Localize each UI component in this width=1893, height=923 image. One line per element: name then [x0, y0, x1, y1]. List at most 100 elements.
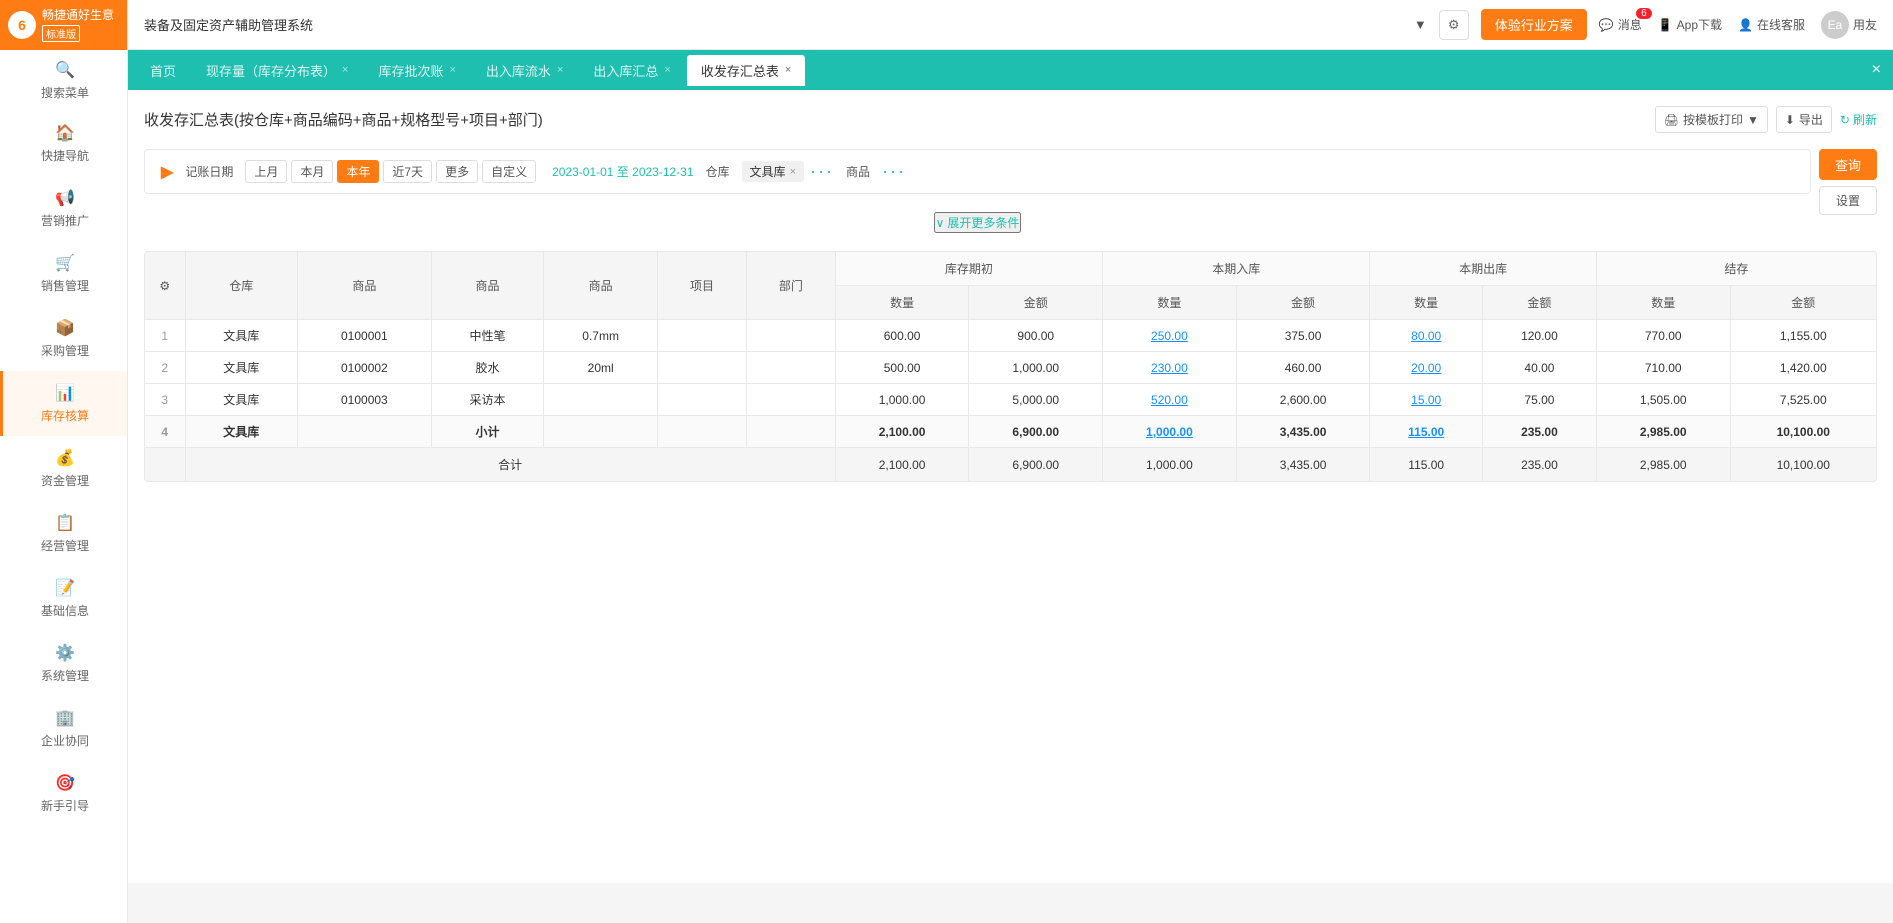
tab-in-out-summary[interactable]: 出入库汇总 ×	[579, 55, 684, 86]
tab-in-out-summary-close[interactable]: ×	[664, 64, 670, 76]
tabbar: 首页 现存量（库存分布表） × 库存批次账 × 出入库流水 × 出入库汇总 × …	[128, 50, 1893, 90]
table-cell[interactable]: 1,000.00	[1103, 416, 1237, 448]
query-btn[interactable]: 查询	[1819, 149, 1877, 180]
user-area[interactable]: Ea 用友	[1821, 11, 1877, 39]
page-actions: 🖨 按模板打印 ▼ ⬇ 导出 ↻ 刷新	[1655, 106, 1877, 133]
sidebar-item-marketing[interactable]: 📢 营销推广	[0, 176, 127, 241]
tab-batch-account-close[interactable]: ×	[449, 64, 455, 76]
table-cell: 2,100.00	[835, 416, 969, 448]
sidebar-item-enterprise[interactable]: 🏢 企业协同	[0, 696, 127, 761]
footer-in-qty: 1,000.00	[1103, 448, 1237, 482]
message-label: 消息	[1618, 16, 1642, 33]
table-cell: 2,600.00	[1236, 384, 1370, 416]
tab-recv-send-summary[interactable]: 收发存汇总表 ×	[687, 55, 805, 86]
date-btn-this-month[interactable]: 本月	[291, 160, 333, 183]
tab-recv-send-summary-close[interactable]: ×	[785, 64, 791, 76]
sales-icon: 🛒	[55, 253, 75, 273]
finance-icon: 💰	[55, 448, 75, 468]
tab-in-out-flow-close[interactable]: ×	[557, 64, 563, 76]
th-project: 项目	[658, 252, 747, 320]
date-btn-more[interactable]: 更多	[436, 160, 478, 183]
online-service-btn[interactable]: 👤 在线客服	[1738, 16, 1805, 33]
tab-inventory-dist[interactable]: 现存量（库存分布表） ×	[192, 55, 362, 86]
sidebar-item-system[interactable]: ⚙️ 系统管理	[0, 631, 127, 696]
set-btn[interactable]: 设置	[1819, 186, 1877, 215]
table-cell: 文具库	[185, 320, 298, 352]
table-cell[interactable]: 20.00	[1370, 352, 1483, 384]
app-name: 畅捷通好生意	[42, 8, 114, 24]
filter-main-area: ▶ 记账日期 上月 本月 本年 近7天 更多 自定义 2023-01-01 至 …	[144, 149, 1811, 239]
tab-home[interactable]: 首页	[136, 55, 190, 86]
th-goods-code: 商品	[298, 252, 432, 320]
sidebar-item-quick-nav[interactable]: 🏠 快捷导航	[0, 111, 127, 176]
settings-btn[interactable]: ⚙	[1439, 10, 1469, 40]
sidebar-item-purchase-label: 采购管理	[41, 342, 89, 359]
home-icon: 🏠	[55, 123, 75, 143]
tab-in-out-flow-label: 出入库流水	[486, 61, 551, 80]
print-icon: 🖨	[1664, 113, 1679, 127]
sidebar-item-guide[interactable]: 🎯 新手引导	[0, 761, 127, 826]
date-btn-last-month[interactable]: 上月	[245, 160, 287, 183]
logo-icon: 6	[8, 11, 36, 39]
filter-toggle-btn[interactable]: ▶	[161, 162, 173, 182]
sidebar: 6 畅捷通好生意 标准版 🔍 搜索菜单 🏠 快捷导航 📢 营销推广 🛒 销售管理…	[0, 0, 128, 923]
table-cell: 文具库	[185, 384, 298, 416]
goods-more-btn[interactable]: ···	[882, 161, 906, 182]
column-settings-icon[interactable]: ⚙	[159, 279, 170, 293]
sidebar-item-finance[interactable]: 💰 资金管理	[0, 436, 127, 501]
footer-empty-1	[145, 448, 185, 482]
export-btn[interactable]: ⬇ 导出	[1776, 106, 1832, 133]
message-btn[interactable]: 💬 消息 6	[1599, 16, 1642, 33]
warehouse-tag-close[interactable]: ×	[790, 166, 796, 178]
tab-inventory-dist-close[interactable]: ×	[342, 64, 348, 76]
table-cell[interactable]: 80.00	[1370, 320, 1483, 352]
print-btn[interactable]: 🖨 按模板打印 ▼	[1655, 106, 1768, 133]
sidebar-item-operations[interactable]: 📋 经营管理	[0, 501, 127, 566]
refresh-btn[interactable]: ↻ 刷新	[1840, 106, 1877, 133]
th-goods-spec: 商品	[544, 252, 658, 320]
tab-batch-account-label: 库存批次账	[378, 61, 443, 80]
tabbar-close-btn[interactable]: ×	[1868, 57, 1885, 83]
expand-label: 展开更多条件	[947, 214, 1019, 231]
filter-bar: ▶ 记账日期 上月 本月 本年 近7天 更多 自定义 2023-01-01 至 …	[144, 149, 1811, 194]
table-cell: 5,000.00	[969, 384, 1103, 416]
table-cell[interactable]: 250.00	[1103, 320, 1237, 352]
sidebar-item-base-info[interactable]: 📝 基础信息	[0, 566, 127, 631]
footer-balance-qty: 2,985.00	[1596, 448, 1730, 482]
th-settings: ⚙	[145, 252, 185, 320]
th-in-qty: 数量	[1103, 286, 1237, 320]
system-title-dropdown[interactable]: ▼	[1414, 17, 1427, 32]
th-in-amt: 金额	[1236, 286, 1370, 320]
table-cell[interactable]: 15.00	[1370, 384, 1483, 416]
sidebar-item-purchase[interactable]: 📦 采购管理	[0, 306, 127, 371]
purchase-icon: 📦	[55, 318, 75, 338]
table-footer: 合计 2,100.00 6,900.00 1,000.00 3,435.00 1…	[145, 448, 1876, 482]
table-cell: 6,900.00	[969, 416, 1103, 448]
table-cell: 中性笔	[431, 320, 544, 352]
table-cell: 600.00	[835, 320, 969, 352]
footer-opening-qty: 2,100.00	[835, 448, 969, 482]
date-btn-7days[interactable]: 近7天	[383, 160, 432, 183]
table-cell[interactable]: 115.00	[1370, 416, 1483, 448]
table-cell	[746, 416, 835, 448]
table-cell: 900.00	[969, 320, 1103, 352]
refresh-icon: ↻	[1840, 113, 1850, 127]
date-range-text: 2023-01-01 至 2023-12-31	[552, 163, 693, 180]
table-cell[interactable]: 520.00	[1103, 384, 1237, 416]
trial-btn[interactable]: 体验行业方案	[1481, 9, 1587, 40]
table-row: 1文具库0100001中性笔0.7mm600.00900.00250.00375…	[145, 320, 1876, 352]
date-btn-custom[interactable]: 自定义	[482, 160, 536, 183]
table-cell[interactable]: 230.00	[1103, 352, 1237, 384]
tab-batch-account[interactable]: 库存批次账 ×	[364, 55, 469, 86]
tab-in-out-flow[interactable]: 出入库流水 ×	[472, 55, 577, 86]
sidebar-item-search[interactable]: 🔍 搜索菜单	[0, 50, 127, 111]
table-cell: 7,525.00	[1730, 384, 1876, 416]
expand-btn[interactable]: ∨ 展开更多条件	[934, 212, 1022, 233]
date-btn-this-year[interactable]: 本年	[337, 160, 379, 183]
warehouse-more-btn[interactable]: ···	[810, 161, 834, 182]
warehouse-tag: 文具库 ×	[742, 161, 804, 182]
sidebar-item-search-label: 搜索菜单	[41, 84, 89, 101]
app-download-btn[interactable]: 📱 App下载	[1658, 16, 1722, 33]
sidebar-item-inventory[interactable]: 📊 库存核算	[0, 371, 127, 436]
sidebar-item-sales[interactable]: 🛒 销售管理	[0, 241, 127, 306]
